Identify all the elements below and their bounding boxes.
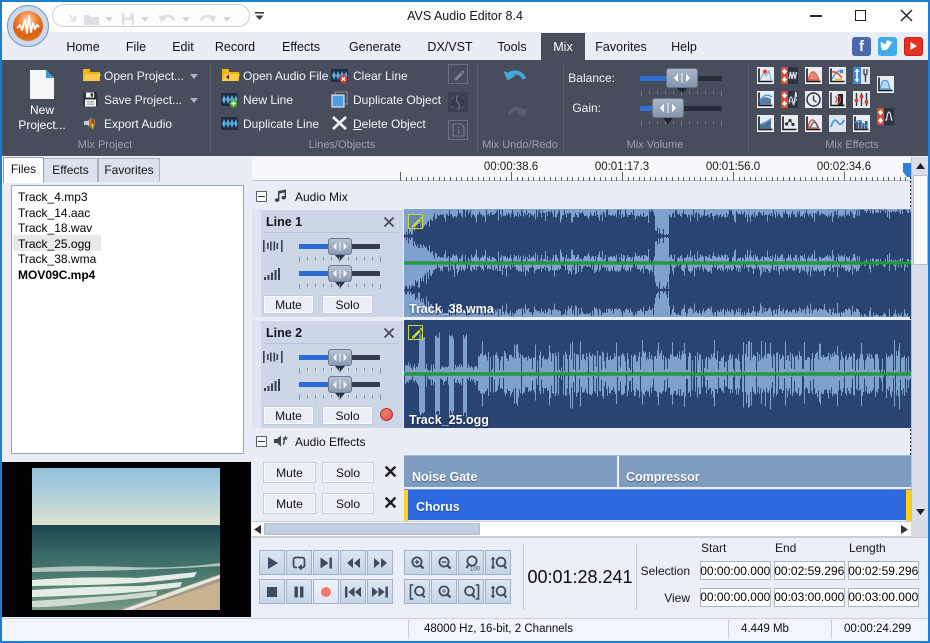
svg-text:100: 100 [470, 566, 480, 571]
